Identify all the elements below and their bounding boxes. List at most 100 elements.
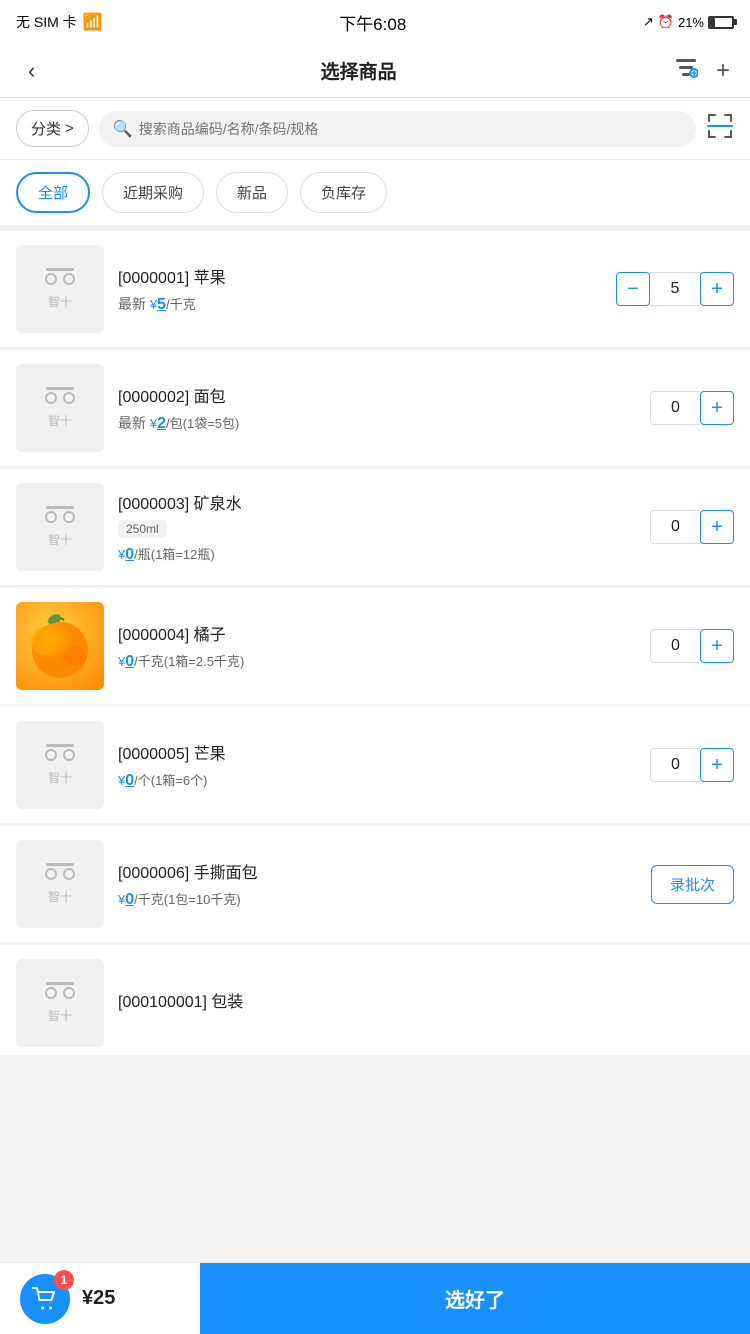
cart-icon[interactable]: 1: [20, 1274, 70, 1324]
price-value-2: 2: [157, 415, 166, 432]
product-image-1: 智十: [16, 245, 104, 333]
qty-control-2: +: [650, 391, 734, 425]
qty-input-3[interactable]: [650, 510, 700, 544]
alarm-icon: ⏰: [658, 14, 674, 30]
page-title: 选择商品: [321, 57, 397, 84]
price-value-4: 0: [125, 653, 134, 670]
tab-all[interactable]: 全部: [16, 172, 90, 213]
qty-control-4: +: [650, 629, 734, 663]
search-bar: 分类 > 🔍: [0, 98, 750, 160]
price-value-3: 0: [125, 546, 134, 563]
product-name-1: [0000001] 苹果: [118, 264, 602, 288]
location-icon: ↗: [643, 14, 654, 30]
wifi-icon: 📶: [83, 12, 103, 32]
product-name-5: [0000005] 芒果: [118, 740, 636, 764]
search-icon: 🔍: [113, 119, 133, 139]
product-item-5: 智十 [0000005] 芒果 ¥0/个(1箱=6个) +: [0, 707, 750, 824]
category-button[interactable]: 分类 >: [16, 110, 89, 147]
batch-button-6[interactable]: 录批次: [651, 865, 734, 904]
tab-new[interactable]: 新品: [216, 172, 288, 213]
cart-total: ¥25: [82, 1287, 115, 1310]
nav-actions: +: [674, 57, 730, 85]
product-price-5: ¥0/个(1箱=6个): [118, 770, 636, 790]
status-right: ↗ ⏰ 21%: [643, 14, 734, 30]
price-unit-2: /包(1袋=5包): [166, 416, 239, 431]
product-list: 智十 [0000001] 苹果 最新 ¥5/千克 − +: [0, 231, 750, 1138]
category-arrow: >: [65, 120, 74, 137]
carrier-text: 无 SIM 卡: [16, 12, 77, 32]
product-image-5: 智十: [16, 721, 104, 809]
bottom-bar: 1 ¥25 选好了: [0, 1262, 750, 1334]
tab-recent[interactable]: 近期采购: [102, 172, 204, 213]
filter-icon[interactable]: [674, 57, 698, 85]
owl-logo: 智十: [45, 268, 75, 310]
scan-icon[interactable]: [706, 112, 734, 146]
product-info-6: [0000006] 手撕面包 ¥0/千克(1包=10千克): [118, 859, 637, 909]
qty-control-1: − +: [616, 272, 734, 306]
product-info-3: [0000003] 矿泉水 250ml ¥0/瓶(1箱=12瓶): [118, 490, 636, 564]
product-item-3: 智十 [0000003] 矿泉水 250ml ¥0/瓶(1箱=12瓶) +: [0, 469, 750, 586]
product-image-3: 智十: [16, 483, 104, 571]
owl-logo-7: 智十: [45, 982, 75, 1024]
product-price-6: ¥0/千克(1包=10千克): [118, 889, 637, 909]
confirm-button[interactable]: 选好了: [200, 1263, 750, 1334]
tab-negative[interactable]: 负库存: [300, 172, 387, 213]
plus-button-5[interactable]: +: [700, 748, 734, 782]
add-icon[interactable]: +: [716, 57, 730, 85]
owl-logo-3: 智十: [45, 506, 75, 548]
battery-icon: [708, 16, 734, 29]
price-unit-1: /千克: [166, 297, 196, 312]
filter-tabs: 全部 近期采购 新品 负库存: [0, 160, 750, 231]
qty-input-2[interactable]: [650, 391, 700, 425]
qty-input-1[interactable]: [650, 272, 700, 306]
owl-logo-6: 智十: [45, 863, 75, 905]
product-image-2: 智十: [16, 364, 104, 452]
back-button[interactable]: ‹: [20, 50, 43, 92]
price-unit-4: /千克(1箱=2.5千克): [134, 654, 244, 669]
product-info-7: [000100001] 包装: [118, 988, 734, 1018]
price-label-1: 最新: [118, 296, 150, 312]
status-left: 无 SIM 卡 📶: [16, 12, 103, 32]
nav-bar: ‹ 选择商品 +: [0, 44, 750, 98]
price-value-5: 0: [125, 772, 134, 789]
product-item-6: 智十 [0000006] 手撕面包 ¥0/千克(1包=10千克) 录批次: [0, 826, 750, 943]
product-image-6: 智十: [16, 840, 104, 928]
minus-button-1[interactable]: −: [616, 272, 650, 306]
product-price-4: ¥0/千克(1箱=2.5千克): [118, 651, 636, 671]
product-name-2: [0000002] 面包: [118, 383, 636, 407]
product-item-2: 智十 [0000002] 面包 最新 ¥2/包(1袋=5包) +: [0, 350, 750, 467]
product-info-2: [0000002] 面包 最新 ¥2/包(1袋=5包): [118, 383, 636, 433]
product-image-7: 智十: [16, 959, 104, 1047]
product-image-4: [16, 602, 104, 690]
owl-logo-2: 智十: [45, 387, 75, 429]
product-name-3: [0000003] 矿泉水: [118, 490, 636, 514]
product-price-1: 最新 ¥5/千克: [118, 294, 602, 314]
product-price-3: ¥0/瓶(1箱=12瓶): [118, 544, 636, 564]
price-value-6: 0: [125, 891, 134, 908]
product-price-2: 最新 ¥2/包(1袋=5包): [118, 413, 636, 433]
qty-input-4[interactable]: [650, 629, 700, 663]
qty-control-5: +: [650, 748, 734, 782]
qty-control-6: 录批次: [651, 865, 734, 904]
product-info-1: [0000001] 苹果 最新 ¥5/千克: [118, 264, 602, 314]
category-label: 分类: [31, 118, 61, 139]
plus-button-2[interactable]: +: [700, 391, 734, 425]
price-unit-5: /个(1箱=6个): [134, 773, 207, 788]
status-bar: 无 SIM 卡 📶 下午6:08 ↗ ⏰ 21%: [0, 0, 750, 44]
product-spec-3: 250ml: [118, 520, 167, 538]
owl-logo-5: 智十: [45, 744, 75, 786]
plus-button-4[interactable]: +: [700, 629, 734, 663]
qty-control-3: +: [650, 510, 734, 544]
qty-input-5[interactable]: [650, 748, 700, 782]
product-info-4: [0000004] 橘子 ¥0/千克(1箱=2.5千克): [118, 621, 636, 671]
product-name-6: [0000006] 手撕面包: [118, 859, 637, 883]
search-input[interactable]: [139, 121, 682, 137]
plus-button-1[interactable]: +: [700, 272, 734, 306]
battery-percent: 21%: [678, 15, 704, 30]
plus-button-3[interactable]: +: [700, 510, 734, 544]
product-item-7: 智十 [000100001] 包装: [0, 945, 750, 1056]
price-value-1: 5: [157, 296, 166, 313]
product-info-5: [0000005] 芒果 ¥0/个(1箱=6个): [118, 740, 636, 790]
product-item-1: 智十 [0000001] 苹果 最新 ¥5/千克 − +: [0, 231, 750, 348]
search-input-wrap[interactable]: 🔍: [99, 111, 696, 147]
